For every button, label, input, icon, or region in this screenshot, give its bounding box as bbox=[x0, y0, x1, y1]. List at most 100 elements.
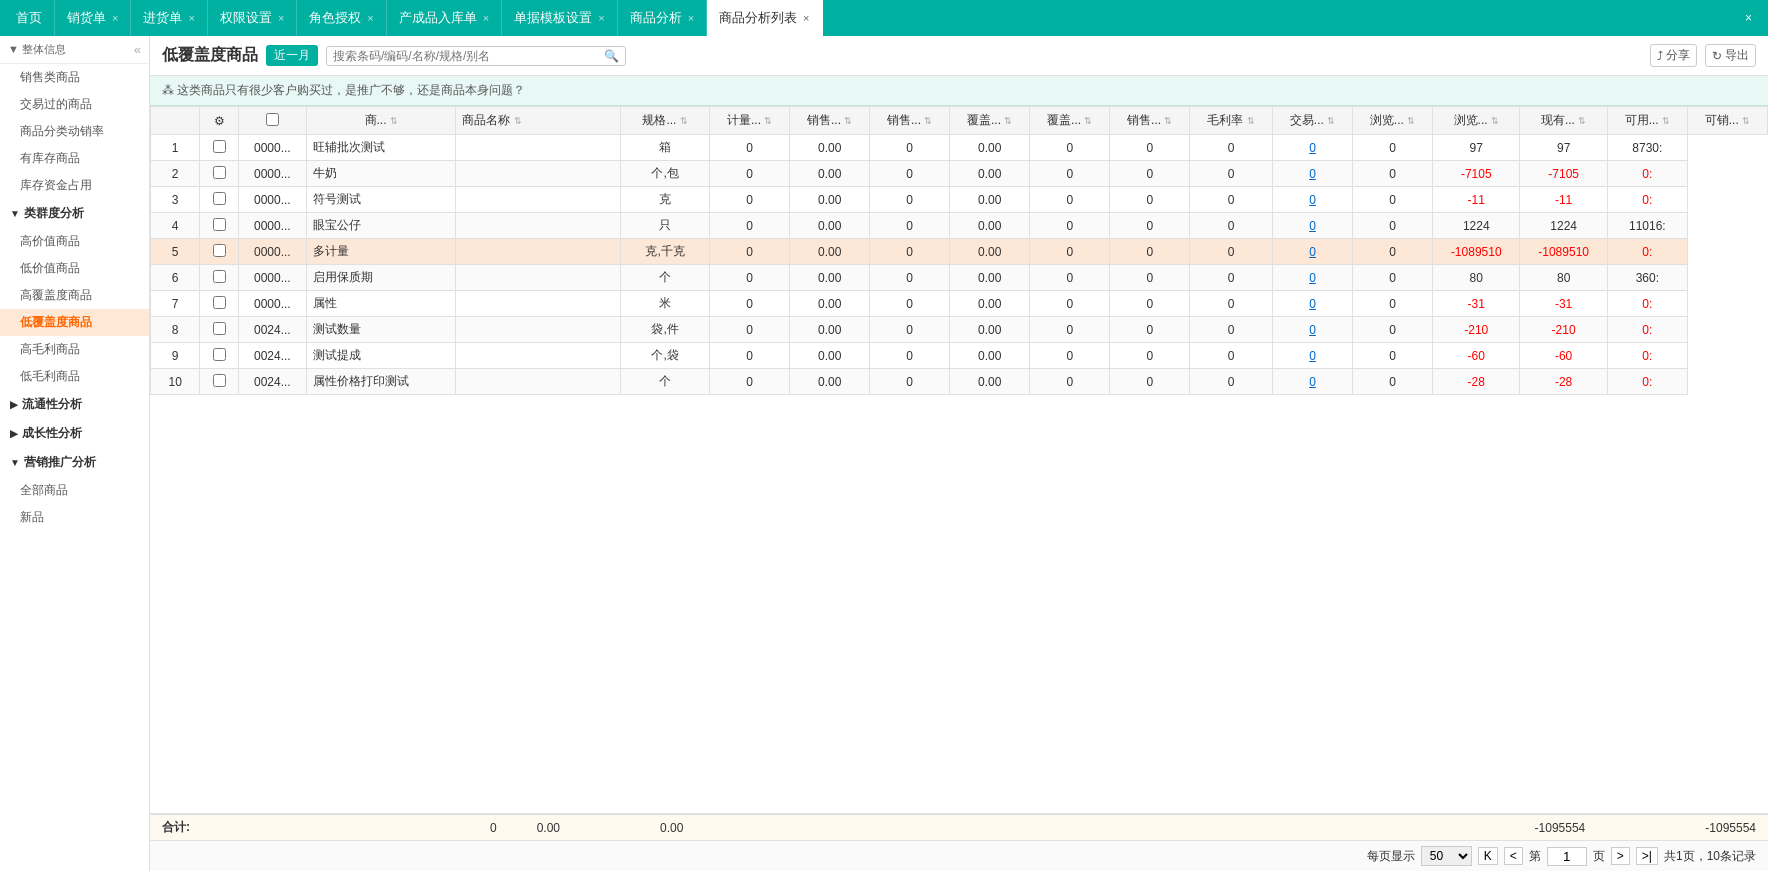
nav-close-product-analysis-list[interactable]: × bbox=[803, 12, 809, 24]
sidebar-item-in-stock-goods[interactable]: 有库存商品 bbox=[0, 145, 149, 172]
sidebar-item-category-rate[interactable]: 商品分类动销率 bbox=[0, 118, 149, 145]
row-checkbox[interactable] bbox=[213, 140, 226, 153]
cell-check[interactable] bbox=[200, 187, 238, 213]
nav-close-purchase-order[interactable]: × bbox=[188, 12, 194, 24]
row-checkbox[interactable] bbox=[213, 192, 226, 205]
cell-browse1[interactable]: 0 bbox=[1273, 213, 1353, 239]
nav-close-role-auth[interactable]: × bbox=[367, 12, 373, 24]
cell-browse1[interactable]: 0 bbox=[1273, 343, 1353, 369]
page-number-input[interactable] bbox=[1547, 847, 1587, 866]
row-checkbox[interactable] bbox=[213, 322, 226, 335]
nav-purchase-order[interactable]: 进货单 × bbox=[131, 0, 207, 36]
next-page-button[interactable]: > bbox=[1611, 847, 1630, 865]
col-header-cover2[interactable]: 覆盖... ⇅ bbox=[1030, 107, 1110, 135]
col-header-gross-margin[interactable]: 毛利率 ⇅ bbox=[1190, 107, 1273, 135]
sidebar-item-sales-goods[interactable]: 销售类商品 bbox=[0, 64, 149, 91]
cell-check[interactable] bbox=[200, 369, 238, 395]
col-header-cover1[interactable]: 覆盖... ⇅ bbox=[950, 107, 1030, 135]
nav-home[interactable]: 首页 bbox=[4, 0, 55, 36]
nav-sales-order[interactable]: 销货单 × bbox=[55, 0, 131, 36]
row-checkbox[interactable] bbox=[213, 374, 226, 387]
search-icon[interactable]: 🔍 bbox=[604, 49, 619, 63]
settings-icon[interactable]: ⚙ bbox=[214, 114, 225, 128]
col-header-browse1[interactable]: 浏览... ⇅ bbox=[1353, 107, 1433, 135]
cell-browse1[interactable]: 0 bbox=[1273, 161, 1353, 187]
cell-browse1[interactable]: 0 bbox=[1273, 369, 1353, 395]
col-header-check[interactable]: ⚙ bbox=[200, 107, 238, 135]
nav-close-sales-order[interactable]: × bbox=[112, 12, 118, 24]
col-header-name[interactable]: 商品名称 ⇅ bbox=[456, 107, 621, 135]
select-all-checkbox[interactable] bbox=[266, 113, 279, 126]
sidebar-item-new-goods[interactable]: 新品 bbox=[0, 504, 149, 531]
row-checkbox[interactable] bbox=[213, 166, 226, 179]
col-header-sales-amt[interactable]: 销售... ⇅ bbox=[870, 107, 950, 135]
cell-check[interactable] bbox=[200, 265, 238, 291]
share-button[interactable]: ⤴ 分享 bbox=[1650, 44, 1697, 67]
cell-sales-qty: 0 bbox=[710, 317, 790, 343]
cell-check[interactable] bbox=[200, 213, 238, 239]
sidebar-collapse-btn[interactable]: « bbox=[134, 42, 141, 57]
row-checkbox[interactable] bbox=[213, 348, 226, 361]
col-header-browse2[interactable]: 浏览... ⇅ bbox=[1433, 107, 1520, 135]
col-header-code[interactable]: 商... ⇅ bbox=[306, 107, 456, 135]
cell-browse1[interactable]: 0 bbox=[1273, 265, 1353, 291]
col-header-sales-qty[interactable]: 销售... ⇅ bbox=[790, 107, 870, 135]
sidebar-item-low-coverage[interactable]: 低覆盖度商品 bbox=[0, 309, 149, 336]
cell-browse1[interactable]: 0 bbox=[1273, 291, 1353, 317]
section-liquidity-analysis[interactable]: ▶ 流通性分析 bbox=[0, 390, 149, 419]
row-checkbox[interactable] bbox=[213, 218, 226, 231]
sidebar-item-high-coverage[interactable]: 高覆盖度商品 bbox=[0, 282, 149, 309]
nav-permission-settings[interactable]: 权限设置 × bbox=[208, 0, 297, 36]
nav-close-product-warehouse[interactable]: × bbox=[483, 12, 489, 24]
cell-check[interactable] bbox=[200, 317, 238, 343]
nav-close-template[interactable]: × bbox=[598, 12, 604, 24]
cell-browse1[interactable]: 0 bbox=[1273, 187, 1353, 213]
row-checkbox[interactable] bbox=[213, 270, 226, 283]
col-header-saleable[interactable]: 可销... ⇅ bbox=[1687, 107, 1767, 135]
section-marketing-analysis[interactable]: ▼ 营销推广分析 bbox=[0, 448, 149, 477]
col-header-checkbox[interactable] bbox=[238, 107, 306, 135]
col-header-available-stock[interactable]: 可用... ⇅ bbox=[1607, 107, 1687, 135]
col-header-trade[interactable]: 交易... ⇅ bbox=[1273, 107, 1353, 135]
cell-check[interactable] bbox=[200, 343, 238, 369]
nav-product-analysis[interactable]: 商品分析 × bbox=[618, 0, 707, 36]
col-header-current-stock[interactable]: 现有... ⇅ bbox=[1520, 107, 1607, 135]
cell-browse1[interactable]: 0 bbox=[1273, 239, 1353, 265]
first-page-button[interactable]: K bbox=[1478, 847, 1498, 865]
sidebar-item-low-value[interactable]: 低价值商品 bbox=[0, 255, 149, 282]
sidebar-item-stock-capital[interactable]: 库存资金占用 bbox=[0, 172, 149, 199]
nav-close-permission[interactable]: × bbox=[278, 12, 284, 24]
export-button[interactable]: ↻ 导出 bbox=[1705, 44, 1756, 67]
last-page-button[interactable]: >| bbox=[1636, 847, 1658, 865]
cell-name: 多计量 bbox=[306, 239, 456, 265]
sidebar-item-high-value[interactable]: 高价值商品 bbox=[0, 228, 149, 255]
sidebar-item-traded-goods[interactable]: 交易过的商品 bbox=[0, 91, 149, 118]
prev-page-button[interactable]: < bbox=[1504, 847, 1523, 865]
search-input[interactable] bbox=[333, 49, 600, 63]
cell-check[interactable] bbox=[200, 161, 238, 187]
cell-check[interactable] bbox=[200, 239, 238, 265]
nav-template-settings[interactable]: 单据模板设置 × bbox=[502, 0, 617, 36]
nav-close-product-analysis[interactable]: × bbox=[688, 12, 694, 24]
section-cluster-analysis[interactable]: ▼ 类群度分析 bbox=[0, 199, 149, 228]
cell-browse1[interactable]: 0 bbox=[1273, 135, 1353, 161]
col-header-sales3[interactable]: 销售... ⇅ bbox=[1110, 107, 1190, 135]
cell-check[interactable] bbox=[200, 135, 238, 161]
cell-check[interactable] bbox=[200, 291, 238, 317]
close-all-tabs[interactable]: × bbox=[1733, 11, 1764, 25]
sidebar-item-high-profit[interactable]: 高毛利商品 bbox=[0, 336, 149, 363]
period-button[interactable]: 近一月 bbox=[266, 45, 318, 66]
row-checkbox[interactable] bbox=[213, 296, 226, 309]
nav-role-auth[interactable]: 角色授权 × bbox=[297, 0, 386, 36]
sidebar-item-low-profit[interactable]: 低毛利商品 bbox=[0, 363, 149, 390]
sidebar-item-all-goods[interactable]: 全部商品 bbox=[0, 477, 149, 504]
section-growth-analysis[interactable]: ▶ 成长性分析 bbox=[0, 419, 149, 448]
col-header-spec[interactable]: 规格... ⇅ bbox=[621, 107, 710, 135]
page-size-select[interactable]: 50 20 100 200 bbox=[1421, 846, 1472, 866]
cell-saleable: 0: bbox=[1607, 187, 1687, 213]
nav-product-warehouse[interactable]: 产成品入库单 × bbox=[387, 0, 502, 36]
cell-browse1[interactable]: 0 bbox=[1273, 317, 1353, 343]
col-header-unit[interactable]: 计量... ⇅ bbox=[710, 107, 790, 135]
row-checkbox[interactable] bbox=[213, 244, 226, 257]
nav-product-analysis-list[interactable]: 商品分析列表 × bbox=[707, 0, 822, 36]
